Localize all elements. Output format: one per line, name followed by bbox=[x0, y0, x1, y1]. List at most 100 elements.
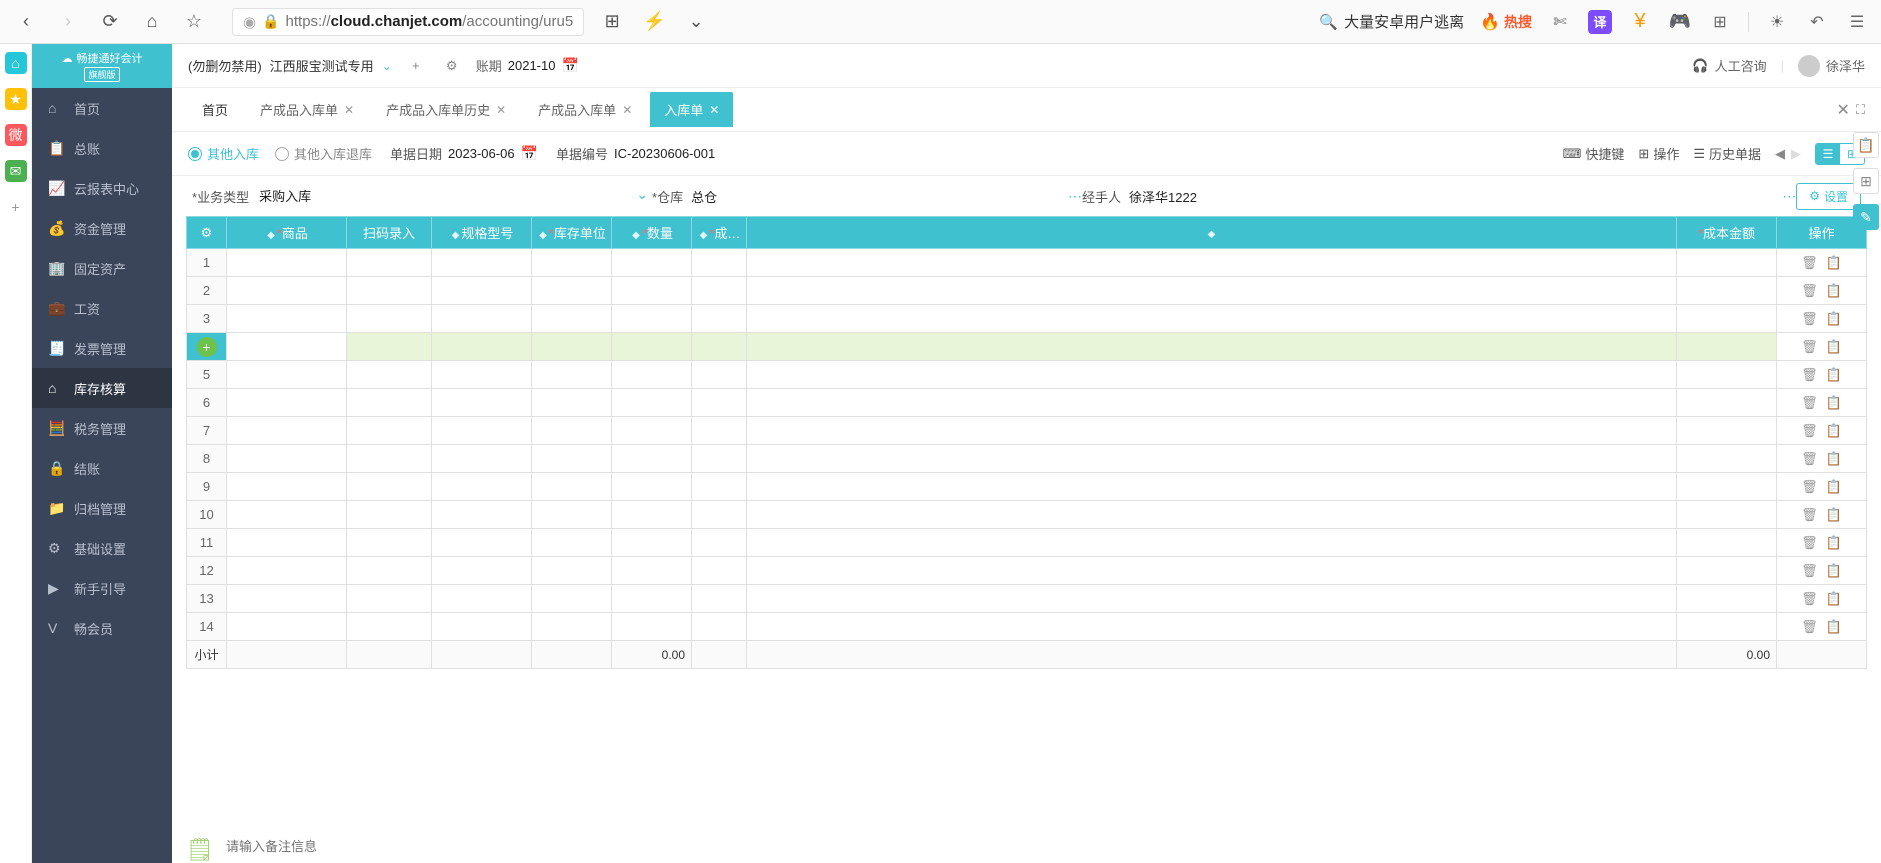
column-setting-button[interactable]: ⚙设置 bbox=[1796, 183, 1861, 210]
close-icon[interactable]: ✕ bbox=[622, 103, 632, 117]
copy-row-icon[interactable]: 📋 bbox=[1822, 283, 1846, 298]
url-bar[interactable]: ◉ 🔒 https://cloud.chanjet.com/accounting… bbox=[232, 8, 584, 36]
fullscreen-icon[interactable]: ⛶ bbox=[1856, 102, 1865, 118]
th-scan[interactable]: 扫码录入 bbox=[347, 217, 432, 249]
sidebar-item-13[interactable]: V畅会员 bbox=[32, 608, 172, 648]
wallet-icon[interactable]: ¥ bbox=[1628, 10, 1652, 34]
copy-row-icon[interactable]: 📋 bbox=[1822, 451, 1846, 466]
delete-row-icon[interactable]: 🗑 bbox=[1797, 451, 1822, 466]
history-link[interactable]: ☰历史单据 bbox=[1693, 144, 1761, 163]
more-icon[interactable]: ⋯ bbox=[1782, 188, 1796, 205]
flash-icon[interactable]: ⚡ bbox=[640, 8, 668, 36]
period-selector[interactable]: 账期 2021-10 📅 bbox=[476, 56, 579, 75]
mini-icon-add[interactable]: + bbox=[5, 196, 27, 218]
biztype-field[interactable]: *业务类型 采购入库 bbox=[192, 182, 652, 210]
shortcut-link[interactable]: ⌨快捷键 bbox=[1563, 144, 1625, 163]
copy-row-icon[interactable]: 📋 bbox=[1822, 339, 1846, 354]
copy-row-icon[interactable]: 📋 bbox=[1822, 479, 1846, 494]
copy-row-icon[interactable]: 📋 bbox=[1822, 311, 1846, 326]
tab-2[interactable]: 产成品入库单✕ bbox=[524, 92, 646, 127]
more-icon[interactable]: ⋯ bbox=[1068, 188, 1082, 205]
view-list[interactable]: ☰ bbox=[1816, 144, 1840, 164]
chevron-down-icon[interactable]: ⌄ bbox=[382, 59, 392, 73]
delete-row-icon[interactable]: 🗑 bbox=[1797, 255, 1822, 270]
copy-row-icon[interactable]: 📋 bbox=[1822, 507, 1846, 522]
translate-icon[interactable]: 译 bbox=[1588, 10, 1612, 34]
sidebar-item-1[interactable]: 📋总账 bbox=[32, 128, 172, 168]
mini-icon-star[interactable]: ★ bbox=[5, 88, 27, 110]
sidebar-item-12[interactable]: ▶新手引导 bbox=[32, 568, 172, 608]
user-menu[interactable]: 徐泽华 bbox=[1798, 55, 1865, 77]
sidebar-item-10[interactable]: 📁归档管理 bbox=[32, 488, 172, 528]
table-row[interactable]: 6🗑📋 bbox=[187, 389, 1867, 417]
radio-other-in-return[interactable]: 其他入库退库 bbox=[275, 144, 372, 163]
biztype-combo[interactable]: 采购入库 bbox=[257, 182, 652, 210]
table-row[interactable]: 12🗑📋 bbox=[187, 557, 1867, 585]
delete-row-icon[interactable]: 🗑 bbox=[1797, 311, 1822, 326]
mini-icon-home[interactable]: ⌂ bbox=[5, 52, 27, 74]
close-icon[interactable]: ✕ bbox=[709, 103, 719, 117]
table-row[interactable]: 11🗑📋 bbox=[187, 529, 1867, 557]
favorite-button[interactable]: ☆ bbox=[180, 8, 208, 36]
next-doc-button[interactable]: ▶ bbox=[1791, 146, 1801, 162]
sidebar-item-5[interactable]: 💼工资 bbox=[32, 288, 172, 328]
trending-search[interactable]: 🔍 大量安卓用户逃离 bbox=[1319, 11, 1464, 32]
doc-date-field[interactable]: 单据日期 2023-06-06 📅 bbox=[390, 144, 538, 163]
tab-0[interactable]: 产成品入库单✕ bbox=[246, 92, 368, 127]
add-row-button[interactable]: + bbox=[197, 337, 217, 357]
mini-icon-mail[interactable]: ✉ bbox=[5, 160, 27, 182]
sidebar-item-11[interactable]: ⚙基础设置 bbox=[32, 528, 172, 568]
table-row[interactable]: 7🗑📋 bbox=[187, 417, 1867, 445]
sidebar-item-8[interactable]: 🧮税务管理 bbox=[32, 408, 172, 448]
delete-row-icon[interactable]: 🗑 bbox=[1797, 339, 1822, 354]
url-dropdown-icon[interactable]: ⌄ bbox=[682, 8, 710, 36]
copy-row-icon[interactable]: 📋 bbox=[1822, 367, 1846, 382]
tab-3[interactable]: 入库单✕ bbox=[650, 92, 733, 127]
sidebar-item-7[interactable]: ⌂库存核算 bbox=[32, 368, 172, 408]
warehouse-field[interactable]: *仓库 总仓 ⋯ bbox=[652, 187, 1082, 206]
prev-doc-button[interactable]: ◀ bbox=[1775, 146, 1785, 162]
undo-icon[interactable]: ↶ bbox=[1805, 10, 1829, 34]
table-row[interactable]: 5🗑📋 bbox=[187, 361, 1867, 389]
copy-row-icon[interactable]: 📋 bbox=[1822, 563, 1846, 578]
copy-row-icon[interactable]: 📋 bbox=[1822, 255, 1846, 270]
home-button[interactable]: ⌂ bbox=[138, 8, 166, 36]
radio-other-in[interactable]: 其他入库 bbox=[188, 144, 259, 163]
table-row[interactable]: 3🗑📋 bbox=[187, 305, 1867, 333]
calendar-icon[interactable]: 📅 bbox=[561, 57, 578, 74]
right-tool-3[interactable]: ✎ bbox=[1853, 204, 1879, 230]
goods-cell[interactable] bbox=[227, 333, 347, 361]
table-row[interactable]: + 🗑📋 bbox=[187, 333, 1867, 361]
reload-button[interactable]: ⟳ bbox=[96, 8, 124, 36]
delete-row-icon[interactable]: 🗑 bbox=[1797, 395, 1822, 410]
right-tool-2[interactable]: ⊞ bbox=[1853, 168, 1879, 194]
table-row[interactable]: 10🗑📋 bbox=[187, 501, 1867, 529]
th-amount[interactable]: *成本金额 bbox=[1677, 217, 1777, 249]
th-spec[interactable]: ◆规格型号 bbox=[432, 217, 532, 249]
delete-row-icon[interactable]: 🗑 bbox=[1797, 507, 1822, 522]
copy-row-icon[interactable]: 📋 bbox=[1822, 591, 1846, 606]
delete-row-icon[interactable]: 🗑 bbox=[1797, 563, 1822, 578]
sidebar-item-3[interactable]: 💰资金管理 bbox=[32, 208, 172, 248]
scissors-icon[interactable]: ✄ bbox=[1548, 10, 1572, 34]
close-icon[interactable]: ✕ bbox=[496, 103, 506, 117]
th-filler[interactable]: ◆ bbox=[747, 217, 1677, 249]
sidebar-item-6[interactable]: 🧾发票管理 bbox=[32, 328, 172, 368]
add-button[interactable]: + bbox=[404, 54, 428, 78]
close-all-tabs[interactable]: ✕ bbox=[1836, 100, 1849, 120]
back-button[interactable]: ‹ bbox=[12, 8, 40, 36]
table-row[interactable]: 2🗑📋 bbox=[187, 277, 1867, 305]
close-icon[interactable]: ✕ bbox=[344, 103, 354, 117]
delete-row-icon[interactable]: 🗑 bbox=[1797, 367, 1822, 382]
table-row[interactable]: 8🗑📋 bbox=[187, 445, 1867, 473]
delete-row-icon[interactable]: 🗑 bbox=[1797, 423, 1822, 438]
table-row[interactable]: 1🗑📋 bbox=[187, 249, 1867, 277]
forward-button[interactable]: › bbox=[54, 8, 82, 36]
table-row[interactable]: 14🗑📋 bbox=[187, 613, 1867, 641]
hot-search-badge[interactable]: 🔥 热搜 bbox=[1480, 12, 1532, 32]
calendar-icon[interactable]: 📅 bbox=[521, 145, 538, 162]
sidebar-item-9[interactable]: 🔒结账 bbox=[32, 448, 172, 488]
copy-row-icon[interactable]: 📋 bbox=[1822, 395, 1846, 410]
delete-row-icon[interactable]: 🗑 bbox=[1797, 283, 1822, 298]
copy-row-icon[interactable]: 📋 bbox=[1822, 619, 1846, 634]
